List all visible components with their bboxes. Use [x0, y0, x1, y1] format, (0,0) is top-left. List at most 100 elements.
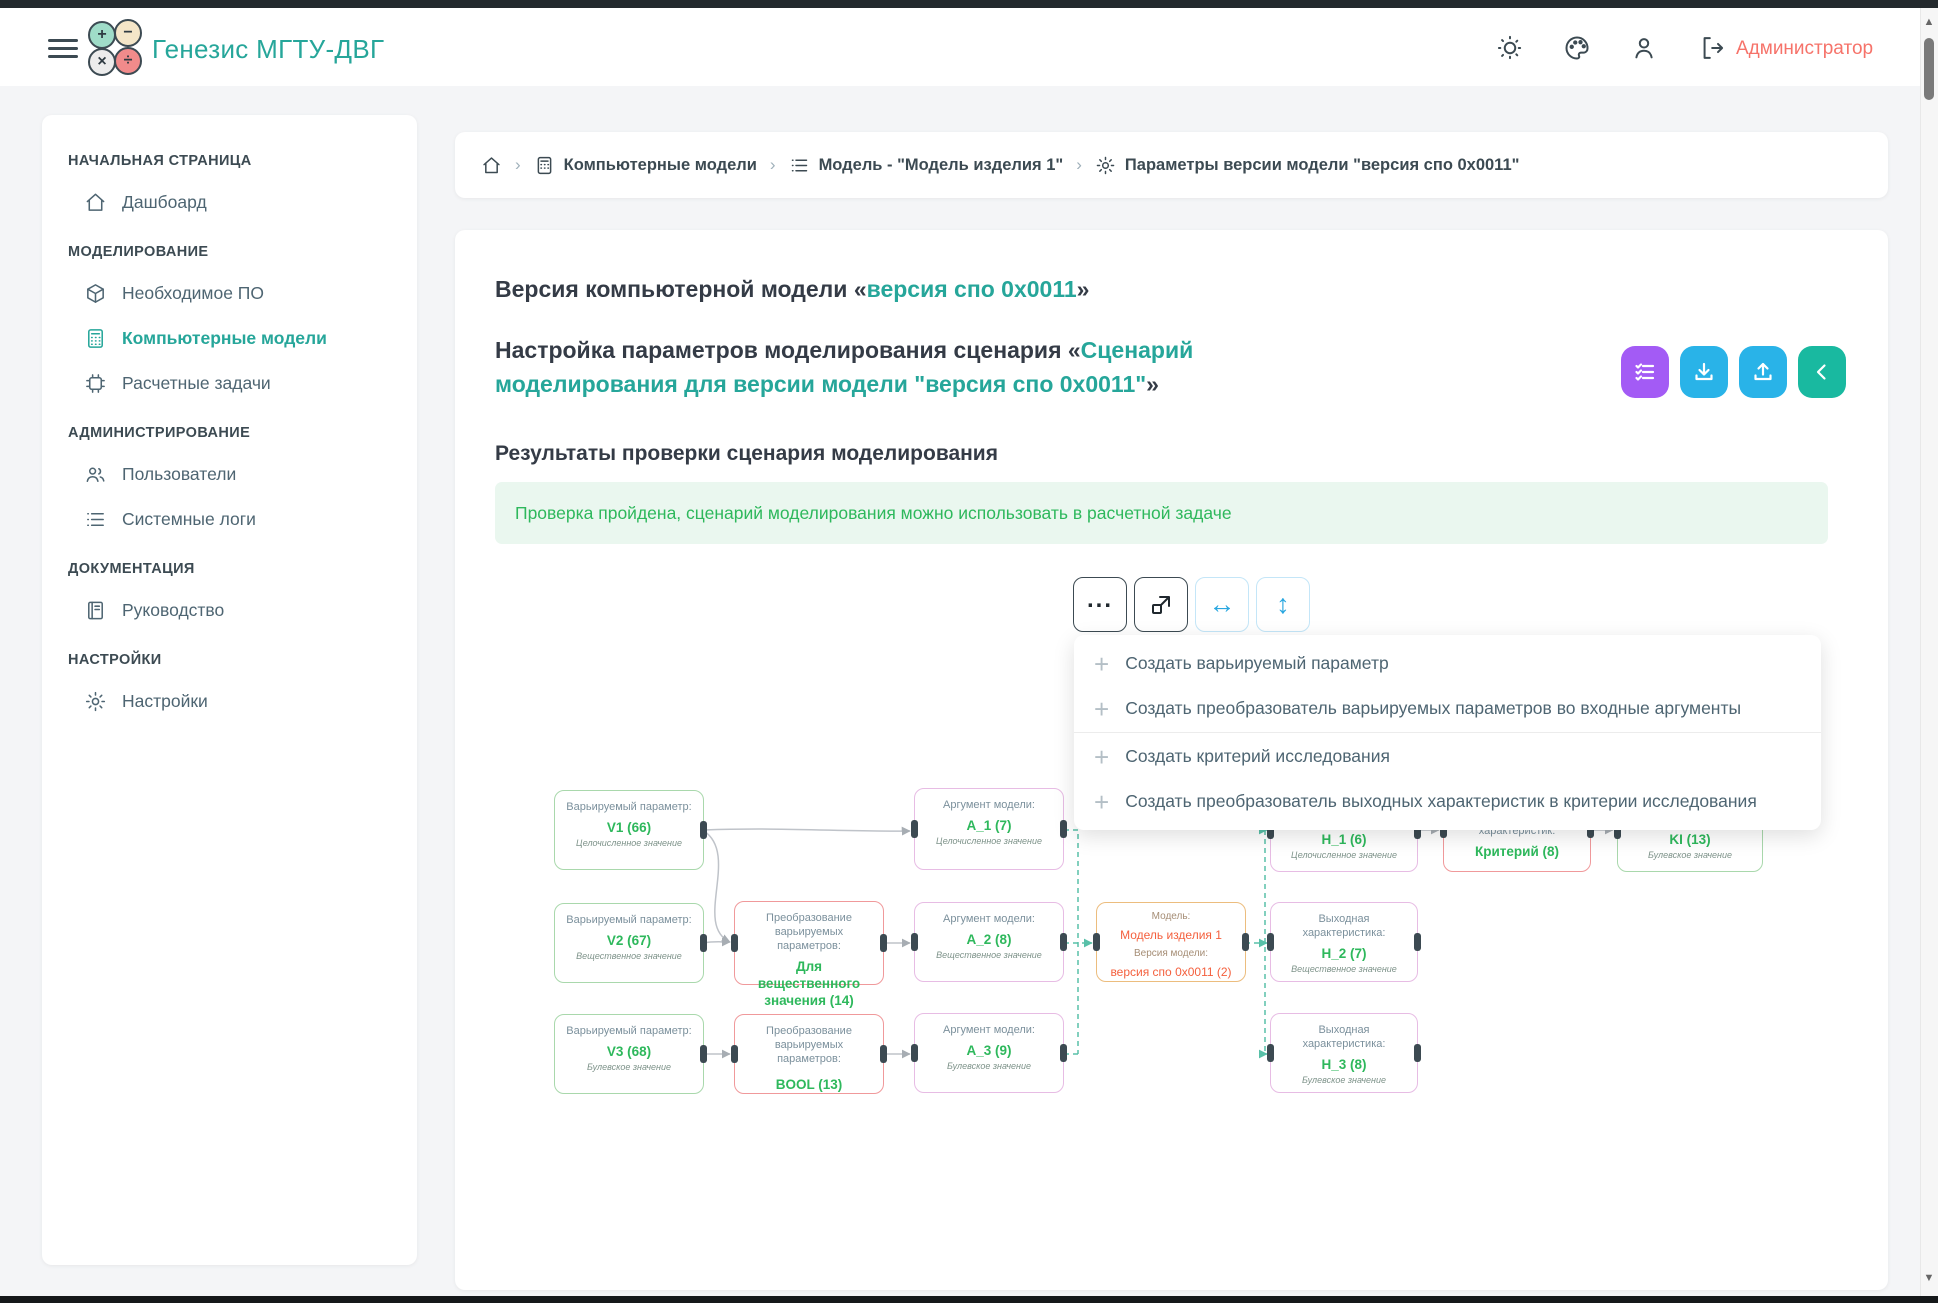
- sidebar-item-users[interactable]: Пользователи: [84, 463, 417, 486]
- sidebar-section-settings: НАСТРОЙКИ: [68, 652, 162, 668]
- scroll-up-icon[interactable]: ▲: [1923, 16, 1935, 28]
- parameters-list-button[interactable]: [1621, 346, 1669, 398]
- connector-handle: [1414, 1044, 1421, 1062]
- menu-item-create-output-transformer[interactable]: + Создать преобразователь выходных харак…: [1074, 779, 1821, 824]
- connector-handle: [700, 934, 707, 952]
- success-alert: Проверка пройдена, сценарий моделировани…: [495, 482, 1828, 544]
- node-type: Вещественное значение: [936, 950, 1042, 960]
- book-icon: [88, 601, 103, 620]
- node-value: H_3 (8): [1321, 1057, 1367, 1072]
- logout-icon[interactable]: [1697, 34, 1725, 62]
- upload-icon: [1754, 362, 1772, 381]
- vertical-arrows-icon: ↕: [1276, 589, 1290, 619]
- home-icon: [483, 156, 500, 173]
- connector-handle: [700, 821, 707, 839]
- diagram-node-h2[interactable]: Выходная характеристика: H_2 (7) Веществ…: [1267, 902, 1421, 982]
- diagram-fit-vertical-button[interactable]: ↕: [1256, 577, 1310, 632]
- node-value: H_1 (6): [1321, 832, 1367, 847]
- diagram-node-transform-bool[interactable]: Преобразование варьируемых параметров: B…: [731, 1014, 887, 1094]
- node-value: V2 (67): [606, 933, 652, 948]
- diagram-node-v1[interactable]: Варьируемый параметр: V1 (66) Целочислен…: [554, 790, 707, 870]
- plus-icon: +: [1094, 741, 1110, 772]
- breadcrumb-version-params[interactable]: Параметры версии модели "версия спо 0x00…: [1095, 155, 1519, 176]
- node-type: Булевское значение: [586, 1062, 672, 1072]
- logo-minus-icon: −: [114, 19, 142, 47]
- diagram-fullscreen-button[interactable]: [1134, 577, 1188, 632]
- breadcrumb: › Компьютерные модели › Модель - "Модель…: [455, 132, 1888, 198]
- sidebar-item-settings[interactable]: Настройки: [84, 690, 417, 713]
- connector-handle: [1267, 933, 1274, 951]
- node-type: Булевское значение: [1647, 850, 1733, 860]
- connector-handle: [1242, 933, 1249, 951]
- diagram-more-button[interactable]: ...: [1073, 577, 1127, 632]
- menu-item-create-research-criterion[interactable]: + Создать критерий исследования: [1074, 734, 1821, 779]
- connector-handle: [700, 1045, 707, 1063]
- diagram-node-v3[interactable]: Варьируемый параметр: V3 (68) Булевское …: [554, 1014, 707, 1094]
- breadcrumb-computer-models[interactable]: Компьютерные модели: [534, 155, 757, 176]
- scrollbar-thumb[interactable]: [1924, 38, 1934, 100]
- menu-hamburger-icon[interactable]: [48, 34, 78, 58]
- gear-icon: [1096, 156, 1115, 174]
- plus-icon: +: [1094, 648, 1110, 679]
- app-logo: + − × ÷: [88, 19, 144, 77]
- sidebar-item-system-logs[interactable]: Системные логи: [84, 508, 417, 531]
- logo-plus-icon: +: [88, 21, 116, 49]
- theme-toggle-icon[interactable]: [1496, 34, 1524, 62]
- node-value: Модель изделия 1: [1120, 928, 1222, 942]
- sidebar-item-computer-models[interactable]: Компьютерные модели: [84, 327, 417, 350]
- user-role-label[interactable]: Администратор: [1736, 38, 1873, 60]
- users-icon: [86, 467, 105, 482]
- node-title: Варьируемый параметр:: [566, 914, 692, 926]
- create-dropdown-menu: + Создать варьируемый параметр + Создать…: [1074, 635, 1821, 830]
- breadcrumb-home[interactable]: [481, 155, 502, 176]
- upload-button[interactable]: [1739, 346, 1787, 398]
- chevron-right-icon: ›: [515, 155, 521, 174]
- menu-item-create-variable-parameter[interactable]: + Создать варьируемый параметр: [1074, 641, 1821, 686]
- plus-icon: +: [1094, 786, 1110, 817]
- checklist-icon: [1635, 363, 1655, 381]
- diagram-node-a3[interactable]: Аргумент модели: A_3 (9) Булевское значе…: [911, 1013, 1067, 1093]
- node-value: Для вещественного значения (14): [757, 959, 861, 1008]
- palette-icon[interactable]: [1563, 34, 1591, 62]
- collapse-button[interactable]: [1798, 346, 1846, 398]
- window-bottom-bar: [0, 1296, 1938, 1303]
- menu-divider: [1074, 732, 1821, 733]
- download-button[interactable]: [1680, 346, 1728, 398]
- chevron-right-icon: ›: [769, 155, 776, 174]
- home-icon: [86, 193, 105, 211]
- user-icon[interactable]: [1630, 34, 1658, 62]
- node-value: Критерий (8): [1475, 844, 1559, 859]
- node-type: Булевское значение: [1301, 1075, 1387, 1085]
- diagram-node-a2[interactable]: Аргумент модели: A_2 (8) Вещественное зн…: [911, 902, 1067, 982]
- diagram-node-model[interactable]: Модель: Модель изделия 1 Версия модели: …: [1093, 902, 1249, 982]
- node-title: Выходная характеристика:: [1302, 913, 1386, 939]
- vertical-scrollbar[interactable]: ▲ ▼: [1920, 8, 1938, 1296]
- sidebar-item-calc-tasks[interactable]: Расчетные задачи: [84, 372, 417, 395]
- sidebar: НАЧАЛЬНАЯ СТРАНИЦА Дашбоард МОДЕЛИРОВАНИ…: [42, 115, 417, 1265]
- diagram-node-h3[interactable]: Выходная характеристика: H_3 (8) Булевск…: [1267, 1013, 1421, 1093]
- sidebar-section-modeling: МОДЕЛИРОВАНИЕ: [68, 244, 209, 260]
- diagram-node-transform-real[interactable]: Преобразование варьируемых параметров: Д…: [731, 901, 887, 1008]
- node-value: A_3 (9): [966, 1043, 1012, 1058]
- node-title: Аргумент модели:: [943, 1024, 1035, 1036]
- app-header: + − × ÷ Генезис МГТУ-ДВГ Администратор: [0, 8, 1938, 86]
- diagram-node-v2[interactable]: Варьируемый параметр: V2 (67) Вещественн…: [554, 903, 707, 983]
- diagram-fit-horizontal-button[interactable]: ↔: [1195, 577, 1249, 632]
- node-title: Варьируемый параметр:: [566, 801, 692, 813]
- sidebar-item-dashboard[interactable]: Дашбоард: [84, 191, 417, 214]
- breadcrumb-model[interactable]: Модель - "Модель изделия 1": [789, 155, 1063, 176]
- sidebar-section-home: НАЧАЛЬНАЯ СТРАНИЦА: [68, 153, 252, 169]
- node-title: Аргумент модели:: [943, 913, 1035, 925]
- sidebar-item-required-software[interactable]: Необходимое ПО: [84, 282, 417, 305]
- connector-handle: [880, 934, 887, 952]
- horizontal-arrows-icon: ↔: [1208, 589, 1236, 619]
- sidebar-item-manual[interactable]: Руководство: [84, 599, 417, 622]
- list-icon: [791, 159, 807, 171]
- diagram-node-a1[interactable]: Аргумент модели: A_1 (7) Целочисленное з…: [911, 788, 1067, 870]
- node-title: Выходная характеристика:: [1302, 1024, 1386, 1050]
- node-title: Модель:: [1151, 911, 1191, 922]
- page-title: Версия компьютерной модели «версия спо 0…: [495, 276, 1090, 302]
- scroll-down-icon[interactable]: ▼: [1923, 1272, 1935, 1284]
- menu-item-create-input-transformer[interactable]: + Создать преобразователь варьируемых па…: [1074, 686, 1821, 731]
- node-type: Целочисленное значение: [576, 838, 682, 848]
